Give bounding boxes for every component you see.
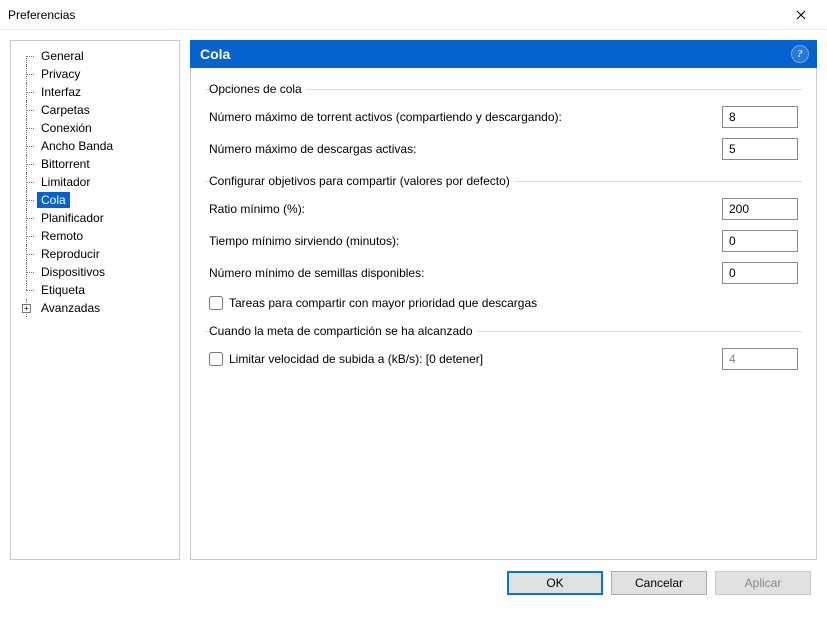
max-downloads-label: Número máximo de descargas activas: xyxy=(209,142,416,156)
close-icon xyxy=(796,10,806,20)
sidebar-item-remoto[interactable]: Remoto xyxy=(13,227,177,245)
ok-button[interactable]: OK xyxy=(507,571,603,595)
sidebar-item-reproducir[interactable]: Reproducir xyxy=(13,245,177,263)
panel-header: Cola ? xyxy=(190,40,817,68)
tree-branch-icon xyxy=(17,65,37,83)
max-downloads-input[interactable] xyxy=(722,138,798,160)
min-seeds-label: Número mínimo de semillas disponibles: xyxy=(209,266,424,280)
sidebar-item-label: Dispositivos xyxy=(37,264,109,280)
sidebar-item-label: Carpetas xyxy=(37,102,94,118)
sidebar-item-cola[interactable]: Cola xyxy=(13,191,177,209)
limit-upload-checkbox[interactable] xyxy=(209,352,223,366)
seed-time-label: Tiempo mínimo sirviendo (minutos): xyxy=(209,234,399,248)
tree-branch-icon xyxy=(17,101,37,119)
sidebar-item-label: Interfaz xyxy=(37,84,85,100)
close-button[interactable] xyxy=(781,1,821,29)
tree-branch-icon xyxy=(17,245,37,263)
sidebar-item-label: Avanzadas xyxy=(37,300,104,316)
sidebar: General Privacy Interfaz Carpetas Conexi… xyxy=(10,40,180,560)
sidebar-item-limitador[interactable]: Limitador xyxy=(13,173,177,191)
tree-branch-icon xyxy=(17,191,37,209)
sidebar-item-label: Planificador xyxy=(37,210,108,226)
tree-branch-icon xyxy=(17,47,37,65)
sidebar-item-dispositivos[interactable]: Dispositivos xyxy=(13,263,177,281)
sidebar-item-label: Limitador xyxy=(37,174,94,190)
priority-checkbox[interactable] xyxy=(209,296,223,310)
apply-button: Aplicar xyxy=(715,571,811,595)
sidebar-item-label: Etiqueta xyxy=(37,282,89,298)
titlebar: Preferencias xyxy=(0,0,827,30)
max-active-input[interactable] xyxy=(722,106,798,128)
sidebar-item-label: Remoto xyxy=(37,228,87,244)
sidebar-item-carpetas[interactable]: Carpetas xyxy=(13,101,177,119)
sidebar-item-conexion[interactable]: Conexión xyxy=(13,119,177,137)
tree-expand-icon[interactable]: + xyxy=(17,299,37,317)
panel-title: Cola xyxy=(200,46,230,62)
sidebar-item-etiqueta[interactable]: Etiqueta xyxy=(13,281,177,299)
limit-upload-checkbox-label[interactable]: Limitar velocidad de subida a (kB/s): [0… xyxy=(229,352,483,366)
max-active-label: Número máximo de torrent activos (compar… xyxy=(209,110,562,124)
sidebar-item-label: Bittorrent xyxy=(37,156,94,172)
tree-branch-icon xyxy=(17,209,37,227)
group-seed-targets: Configurar objetivos para compartir (val… xyxy=(205,174,802,310)
sidebar-item-interfaz[interactable]: Interfaz xyxy=(13,83,177,101)
group-queue-options: Opciones de cola Número máximo de torren… xyxy=(205,82,802,160)
ratio-label: Ratio mínimo (%): xyxy=(209,202,305,216)
cancel-button[interactable]: Cancelar xyxy=(611,571,707,595)
sidebar-item-planificador[interactable]: Planificador xyxy=(13,209,177,227)
sidebar-item-label: Reproducir xyxy=(37,246,104,262)
tree-branch-icon xyxy=(17,137,37,155)
main-panel: Cola ? Opciones de cola Número máximo de… xyxy=(190,40,817,560)
sidebar-item-bittorrent[interactable]: Bittorrent xyxy=(13,155,177,173)
tree-branch-icon xyxy=(17,155,37,173)
sidebar-item-label: Cola xyxy=(37,192,70,208)
tree-branch-icon xyxy=(17,227,37,245)
sidebar-item-ancho-banda[interactable]: Ancho Banda xyxy=(13,137,177,155)
ratio-input[interactable] xyxy=(722,198,798,220)
tree-branch-icon xyxy=(17,281,37,299)
window-title: Preferencias xyxy=(8,8,75,22)
sidebar-item-label: General xyxy=(37,48,88,64)
priority-checkbox-label[interactable]: Tareas para compartir con mayor priorida… xyxy=(229,296,537,310)
sidebar-item-general[interactable]: General xyxy=(13,47,177,65)
min-seeds-input[interactable] xyxy=(722,262,798,284)
sidebar-item-avanzadas[interactable]: + Avanzadas xyxy=(13,299,177,317)
group-legend: Cuando la meta de compartición se ha alc… xyxy=(209,324,477,338)
help-icon[interactable]: ? xyxy=(791,45,809,63)
sidebar-item-label: Privacy xyxy=(37,66,84,82)
sidebar-item-privacy[interactable]: Privacy xyxy=(13,65,177,83)
group-legend: Configurar objetivos para compartir (val… xyxy=(209,174,514,188)
tree-branch-icon xyxy=(17,173,37,191)
group-goal-reached: Cuando la meta de compartición se ha alc… xyxy=(205,324,802,370)
tree-branch-icon xyxy=(17,119,37,137)
sidebar-item-label: Ancho Banda xyxy=(37,138,117,154)
tree-branch-icon xyxy=(17,83,37,101)
group-legend: Opciones de cola xyxy=(209,82,306,96)
tree-branch-icon xyxy=(17,263,37,281)
panel-body: Opciones de cola Número máximo de torren… xyxy=(190,68,817,560)
seed-time-input[interactable] xyxy=(722,230,798,252)
sidebar-item-label: Conexión xyxy=(37,120,96,136)
footer: OK Cancelar Aplicar xyxy=(0,560,827,606)
limit-upload-input xyxy=(722,348,798,370)
